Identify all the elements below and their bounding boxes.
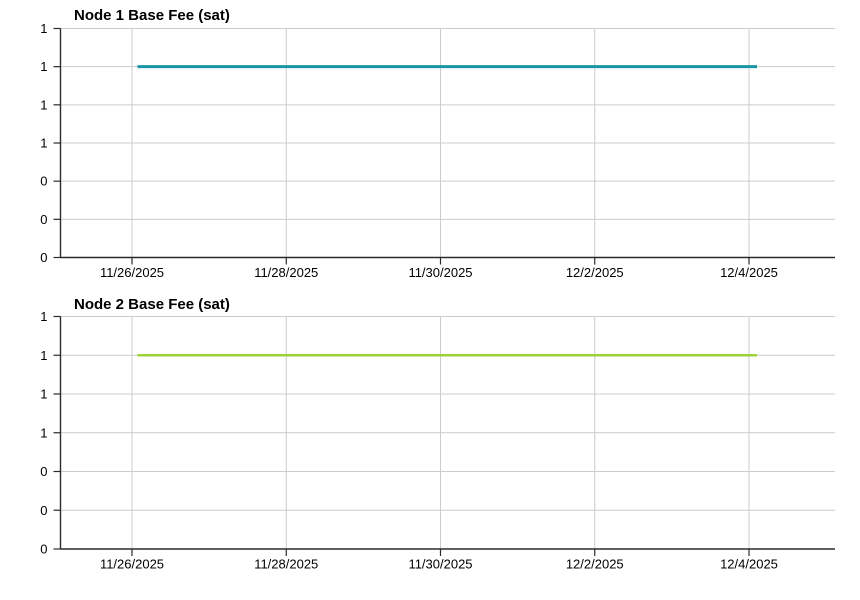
- y-tick-label: 0: [40, 542, 47, 557]
- y-tick-label: 0: [40, 503, 47, 518]
- y-tick-label: 0: [40, 212, 47, 227]
- y-tick-label: 1: [40, 59, 47, 74]
- y-tick-label: 1: [40, 21, 47, 36]
- x-tick-label: 12/4/2025: [720, 265, 778, 280]
- x-tick-label: 11/28/2025: [254, 557, 318, 572]
- y-tick-label: 0: [40, 174, 47, 189]
- x-tick-label: 12/4/2025: [720, 557, 778, 572]
- x-tick-label: 11/28/2025: [254, 265, 318, 280]
- x-tick-label: 11/30/2025: [408, 557, 472, 572]
- x-tick-label: 12/2/2025: [566, 557, 624, 572]
- y-tick-label: 1: [40, 97, 47, 112]
- y-tick-label: 1: [40, 425, 47, 440]
- y-tick-label: 0: [40, 250, 47, 265]
- y-tick-label: 1: [40, 387, 47, 402]
- y-tick-label: 1: [40, 136, 47, 151]
- y-tick-label: 1: [40, 309, 47, 324]
- y-tick-label: 1: [40, 348, 47, 363]
- charts-canvas: 1 1 1 1 0 0 0 11/26/2025 11/28/2025 11/30/2025 12/…: [0, 0, 860, 600]
- x-tick-label: 12/2/2025: [566, 265, 624, 280]
- x-tick-label: 11/26/2025: [100, 265, 164, 280]
- x-tick-label: 11/30/2025: [408, 265, 472, 280]
- y-tick-label: 0: [40, 464, 47, 479]
- x-tick-label: 11/26/2025: [100, 557, 164, 572]
